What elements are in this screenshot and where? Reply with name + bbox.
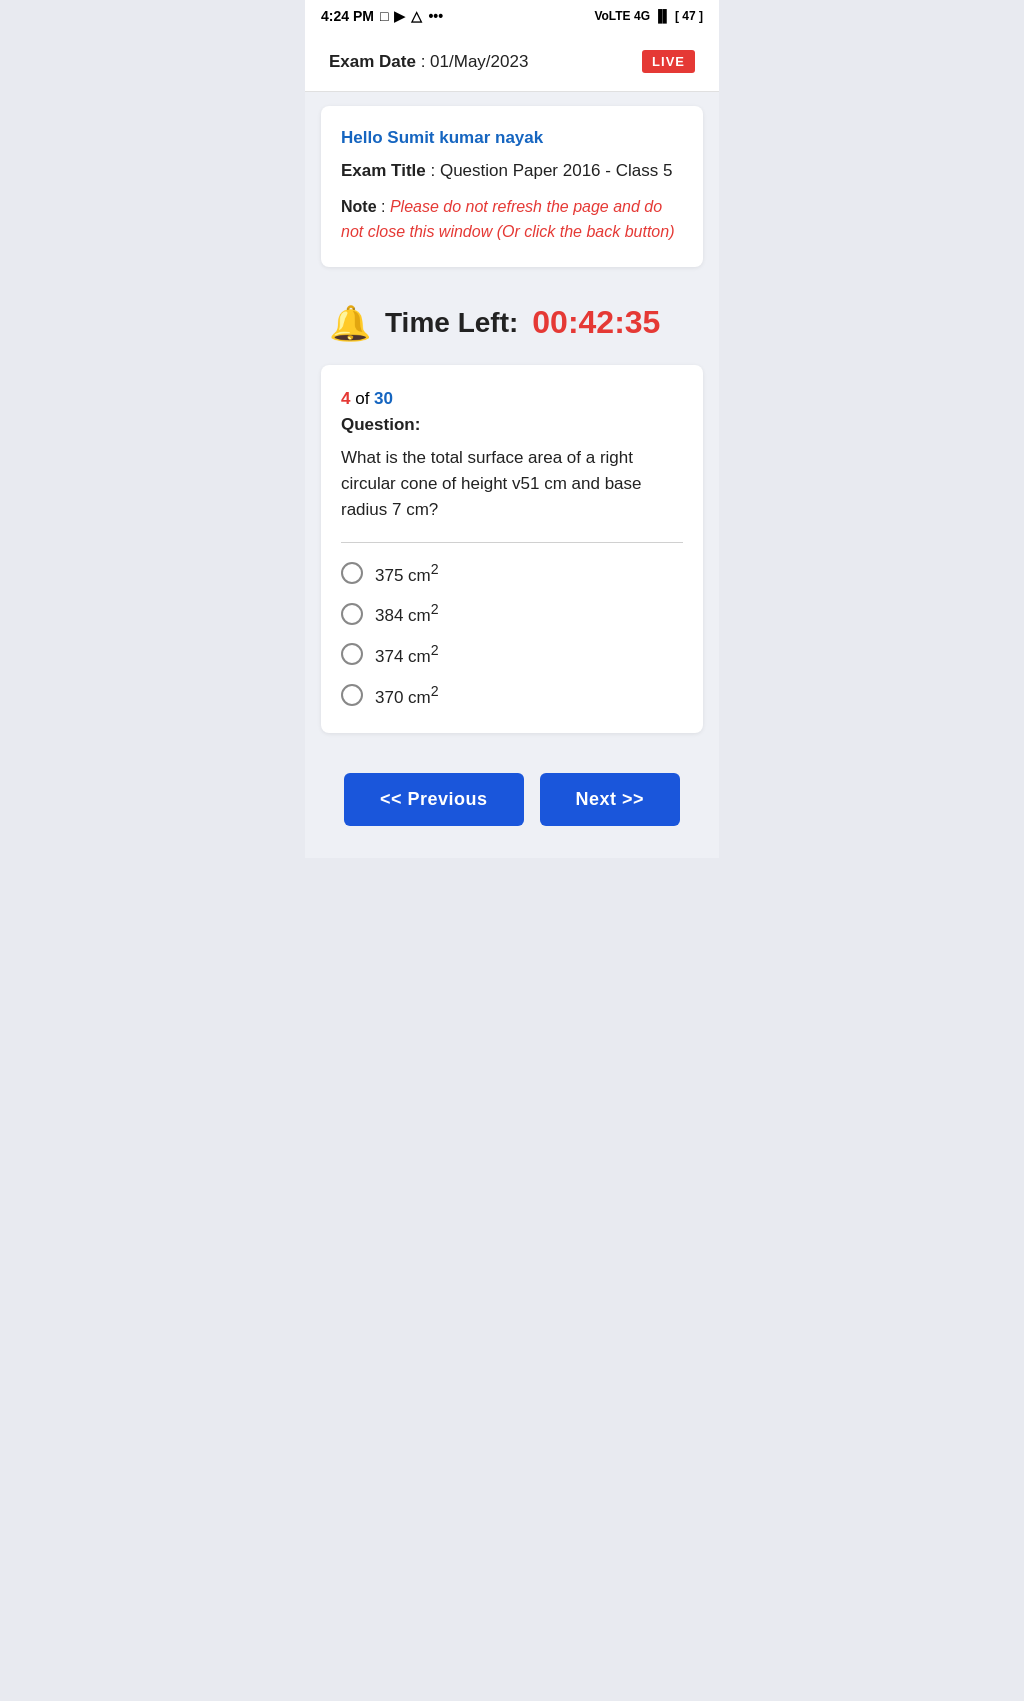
status-bar: 4:24 PM □ ▶ △ ••• VoLTE 4G ▐▌ [ 47 ] (305, 0, 719, 32)
note-text: Please do not refresh the page and do no… (341, 198, 674, 241)
exam-date-label: Exam Date (329, 52, 416, 71)
question-label: Question: (341, 415, 683, 435)
screen-icon: □ (380, 8, 388, 24)
timer-section: 🔔 Time Left: 00:42:35 (305, 281, 719, 365)
exam-title-line: Exam Title : Question Paper 2016 - Class… (341, 158, 683, 184)
radio-option-3[interactable] (341, 643, 363, 665)
note-line: Note : Please do not refresh the page an… (341, 194, 683, 245)
bell-icon: 🔔 (329, 303, 371, 343)
hello-line: Hello Sumit kumar nayak (341, 128, 683, 148)
battery-icon: [ 47 ] (675, 9, 703, 23)
option-label-2: 384 cm2 (375, 601, 439, 626)
radio-option-2[interactable] (341, 603, 363, 625)
exam-title-label: Exam Title (341, 161, 426, 180)
option-label-1: 375 cm2 (375, 561, 439, 586)
exam-title-value: Question Paper 2016 - Class 5 (440, 161, 672, 180)
note-label: Note (341, 198, 377, 215)
option-item-4[interactable]: 370 cm2 (341, 683, 683, 708)
question-card: 4 of 30 Question: What is the total surf… (321, 365, 703, 734)
previous-button[interactable]: << Previous (344, 773, 524, 826)
dots-icon: ••• (428, 8, 443, 24)
page-content: Exam Date : 01/May/2023 LIVE Hello Sumit… (305, 32, 719, 858)
option-label-3: 374 cm2 (375, 642, 439, 667)
timer-label: Time Left: (385, 307, 518, 339)
signal-icon: △ (411, 8, 422, 24)
user-name: Sumit kumar nayak (387, 128, 543, 147)
exam-date-text: Exam Date : 01/May/2023 (329, 52, 528, 72)
live-badge: LIVE (642, 50, 695, 73)
question-text: What is the total surface area of a righ… (341, 445, 683, 524)
option-item-1[interactable]: 375 cm2 (341, 561, 683, 586)
exam-date-separator: : (416, 52, 430, 71)
next-button[interactable]: Next >> (540, 773, 681, 826)
option-label-4: 370 cm2 (375, 683, 439, 708)
question-counter: 4 of 30 (341, 389, 683, 409)
option-item-3[interactable]: 374 cm2 (341, 642, 683, 667)
hello-label: Hello (341, 128, 387, 147)
status-time: 4:24 PM (321, 8, 374, 24)
options-list: 375 cm2 384 cm2 374 cm2 370 cm2 (341, 561, 683, 708)
radio-option-4[interactable] (341, 684, 363, 706)
network-icon: VoLTE 4G (594, 9, 650, 23)
exam-date-bar: Exam Date : 01/May/2023 LIVE (305, 32, 719, 92)
status-bar-left: 4:24 PM □ ▶ △ ••• (321, 8, 443, 24)
of-label: of (350, 389, 374, 408)
timer-value: 00:42:35 (532, 304, 660, 341)
options-divider (341, 542, 683, 543)
info-card: Hello Sumit kumar nayak Exam Title : Que… (321, 106, 703, 267)
wifi-icon: ▐▌ (654, 9, 671, 23)
status-bar-right: VoLTE 4G ▐▌ [ 47 ] (594, 9, 703, 23)
question-total: 30 (374, 389, 393, 408)
radio-option-1[interactable] (341, 562, 363, 584)
exam-date-value: 01/May/2023 (430, 52, 528, 71)
play-icon: ▶ (394, 8, 405, 24)
nav-buttons: << Previous Next >> (305, 749, 719, 858)
option-item-2[interactable]: 384 cm2 (341, 601, 683, 626)
